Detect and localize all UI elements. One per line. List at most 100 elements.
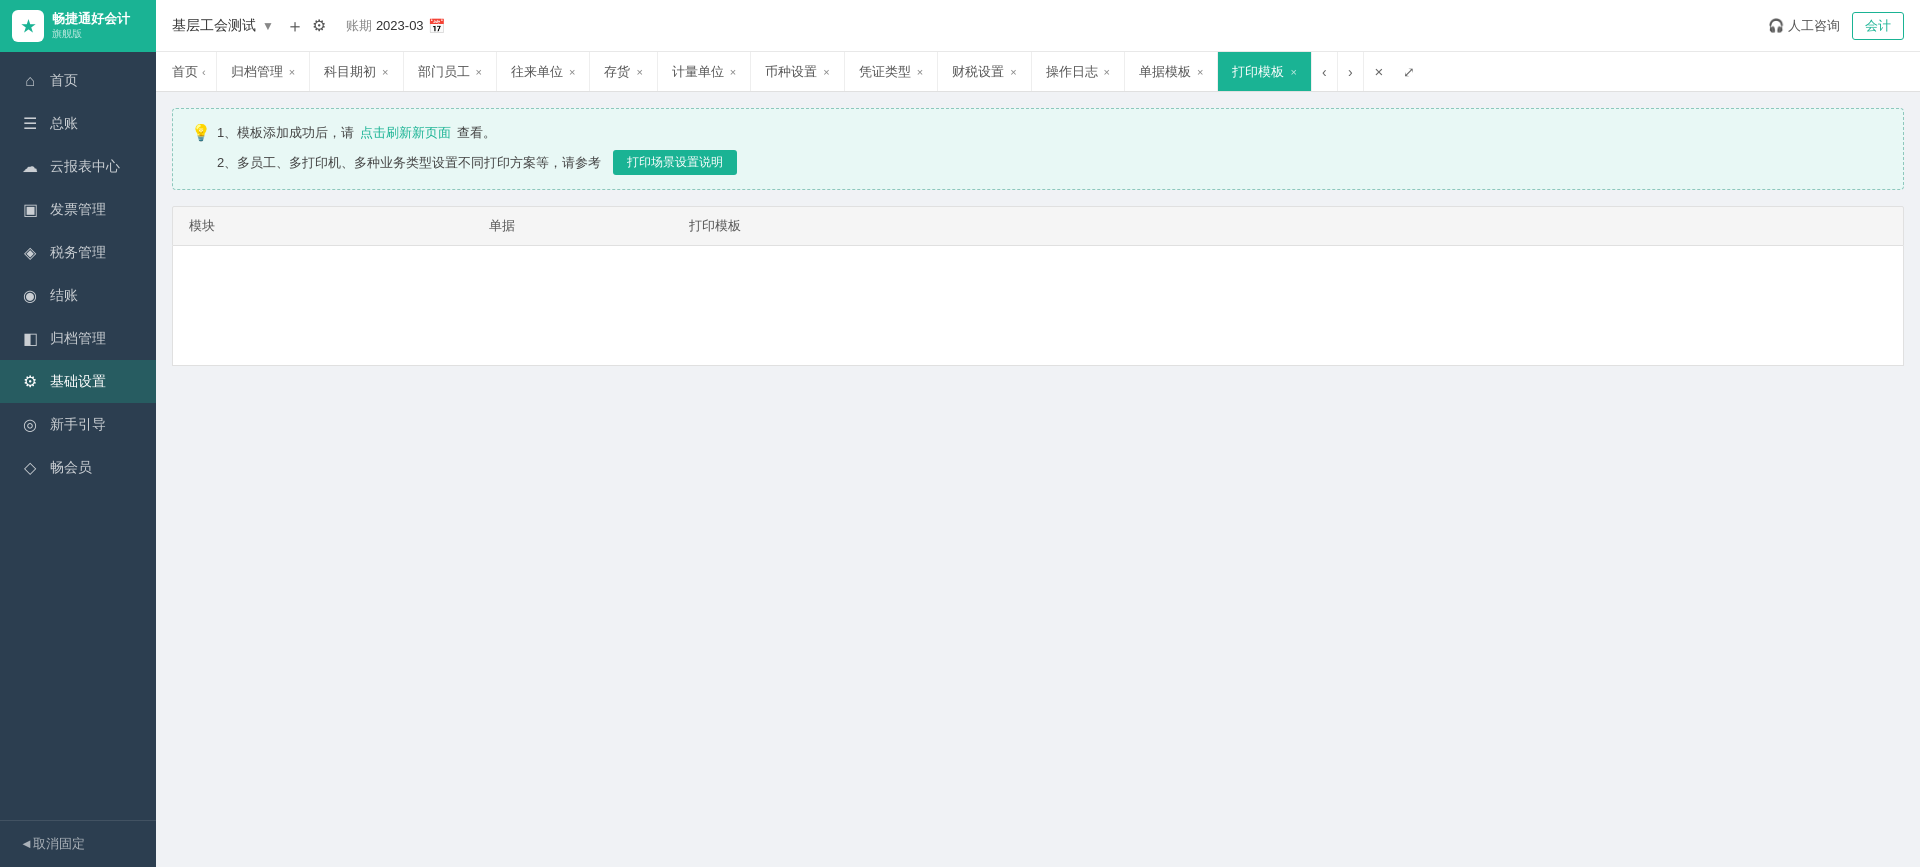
tab-receipt-template-label: 单据模板: [1139, 63, 1191, 81]
sidebar-item-archive-label: 归档管理: [50, 330, 106, 348]
tab-vendor-close[interactable]: ×: [569, 66, 575, 78]
tab-unit-close[interactable]: ×: [730, 66, 736, 78]
tab-expand-button[interactable]: ⤢: [1394, 52, 1424, 92]
topbar-right: 🎧 人工咨询 会计: [1768, 12, 1904, 40]
archive-icon: ◧: [20, 329, 40, 348]
tab-subject-init-close[interactable]: ×: [382, 66, 388, 78]
tab-print-template-close[interactable]: ×: [1290, 66, 1296, 78]
tab-currency[interactable]: 币种设置 ×: [751, 52, 844, 92]
sidebar-item-invoice-label: 发票管理: [50, 201, 106, 219]
period-calendar-icon[interactable]: 📅: [428, 18, 445, 34]
logo-text-group: 畅捷通好会计 旗舰版: [52, 11, 130, 42]
sidebar-item-home[interactable]: ⌂ 首页: [0, 60, 156, 102]
tab-next-button[interactable]: ›: [1338, 52, 1364, 92]
add-tab-button[interactable]: ＋: [286, 14, 304, 38]
company-selector[interactable]: 基层工会测试 ▼: [172, 17, 274, 35]
info-row-1: 💡 1、模板添加成功后，请 点击刷新新页面 查看。: [191, 123, 1885, 142]
tab-unit[interactable]: 计量单位 ×: [658, 52, 751, 92]
info-text-1-before: 1、模板添加成功后，请: [217, 124, 354, 142]
reports-icon: ☁: [20, 157, 40, 176]
tab-unit-label: 计量单位: [672, 63, 724, 81]
tab-tax-settings[interactable]: 财税设置 ×: [938, 52, 1031, 92]
tab-subject-init-label: 科目期初: [324, 63, 376, 81]
tab-dept-staff-label: 部门员工: [418, 63, 470, 81]
accountant-button[interactable]: 会计: [1852, 12, 1904, 40]
table-col-module: 模块: [173, 217, 473, 235]
tab-tax-settings-close[interactable]: ×: [1010, 66, 1016, 78]
tab-dept-staff[interactable]: 部门员工 ×: [404, 52, 497, 92]
logo-subtitle: 旗舰版: [52, 27, 130, 41]
tab-tax-settings-label: 财税设置: [952, 63, 1004, 81]
close-account-icon: ◉: [20, 286, 40, 305]
tab-voucher-type-label: 凭证类型: [859, 63, 911, 81]
sidebar-logo: ★ 畅捷通好会计 旗舰版: [0, 0, 156, 52]
tab-currency-close[interactable]: ×: [823, 66, 829, 78]
sidebar-item-settings[interactable]: ⚙ 基础设置: [0, 360, 156, 403]
tab-voucher-type[interactable]: 凭证类型 ×: [845, 52, 938, 92]
sidebar-item-close[interactable]: ◉ 结账: [0, 274, 156, 317]
tab-voucher-type-close[interactable]: ×: [917, 66, 923, 78]
home-icon: ⌂: [20, 72, 40, 90]
ledger-icon: ☰: [20, 114, 40, 133]
sidebar-item-reports[interactable]: ☁ 云报表中心: [0, 145, 156, 188]
service-label: 人工咨询: [1788, 17, 1840, 35]
tab-operation-log-close[interactable]: ×: [1104, 66, 1110, 78]
sidebar-item-ledger-label: 总账: [50, 115, 78, 133]
guide-icon: ◎: [20, 415, 40, 434]
tab-receipt-template-close[interactable]: ×: [1197, 66, 1203, 78]
sidebar-item-member[interactable]: ◇ 畅会员: [0, 446, 156, 489]
company-dropdown-icon: ▼: [262, 19, 274, 33]
tab-home[interactable]: 首页 ‹: [156, 52, 217, 92]
tab-operation-log[interactable]: 操作日志 ×: [1032, 52, 1125, 92]
tax-icon: ◈: [20, 243, 40, 262]
table-header: 模块 单据 打印模板: [172, 206, 1904, 246]
sidebar-item-invoice[interactable]: ▣ 发票管理: [0, 188, 156, 231]
sidebar-unpin-button[interactable]: ◄取消固定: [0, 820, 156, 867]
company-name: 基层工会测试: [172, 17, 256, 35]
settings-button[interactable]: ⚙: [312, 16, 326, 35]
period-label: 账期: [346, 17, 372, 35]
tab-dept-staff-close[interactable]: ×: [476, 66, 482, 78]
sidebar-item-archive[interactable]: ◧ 归档管理: [0, 317, 156, 360]
service-button[interactable]: 🎧 人工咨询: [1768, 17, 1840, 35]
sidebar-item-tax[interactable]: ◈ 税务管理: [0, 231, 156, 274]
sidebar-item-settings-label: 基础设置: [50, 373, 106, 391]
settings-icon: ⚙: [20, 372, 40, 391]
sidebar-item-guide-label: 新手引导: [50, 416, 106, 434]
content-wrapper: 隐藏预置模板设置 💡 1、模板添加成功后，请 点击刷新新页面 查看。 2、多员工…: [172, 108, 1904, 366]
topbar-actions: ＋ ⚙: [286, 14, 326, 38]
tab-archive-mgmt-label: 归档管理: [231, 63, 283, 81]
tab-inventory[interactable]: 存货 ×: [590, 52, 657, 92]
tab-close-all-button[interactable]: ×: [1364, 52, 1394, 92]
headset-icon: 🎧: [1768, 18, 1784, 33]
tab-archive-mgmt-close[interactable]: ×: [289, 66, 295, 78]
period-value: 2023-03: [376, 18, 424, 33]
tab-print-template-label: 打印模板: [1232, 63, 1284, 81]
tab-print-template[interactable]: 打印模板 ×: [1218, 52, 1311, 92]
table-col-receipt: 单据: [473, 217, 673, 235]
sidebar-item-tax-label: 税务管理: [50, 244, 106, 262]
tab-home-label: 首页: [172, 63, 198, 81]
sidebar-item-member-label: 畅会员: [50, 459, 92, 477]
info-text-1-after: 查看。: [457, 124, 496, 142]
tab-inventory-close[interactable]: ×: [636, 66, 642, 78]
period-display: 账期 2023-03 📅: [346, 17, 445, 35]
tab-vendor-label: 往来单位: [511, 63, 563, 81]
tab-vendor[interactable]: 往来单位 ×: [497, 52, 590, 92]
sidebar-item-ledger[interactable]: ☰ 总账: [0, 102, 156, 145]
sidebar-footer-label: ◄取消固定: [20, 835, 85, 853]
print-template-table: 模块 单据 打印模板: [172, 206, 1904, 366]
info-refresh-link[interactable]: 点击刷新新页面: [360, 124, 451, 142]
tab-subject-init[interactable]: 科目期初 ×: [310, 52, 403, 92]
tab-receipt-template[interactable]: 单据模板 ×: [1125, 52, 1218, 92]
sidebar-item-guide[interactable]: ◎ 新手引导: [0, 403, 156, 446]
topbar: 基层工会测试 ▼ ＋ ⚙ 账期 2023-03 📅 🎧 人工咨询 会计: [156, 0, 1920, 52]
print-scene-explain-button[interactable]: 打印场景设置说明: [613, 150, 737, 175]
tab-prev-button[interactable]: ‹: [1312, 52, 1338, 92]
tab-archive-mgmt[interactable]: 归档管理 ×: [217, 52, 310, 92]
info-box-content: 💡 1、模板添加成功后，请 点击刷新新页面 查看。 2、多员工、多打印机、多种业…: [191, 123, 1885, 175]
sidebar-item-home-label: 首页: [50, 72, 78, 90]
sidebar-nav: ⌂ 首页 ☰ 总账 ☁ 云报表中心 ▣ 发票管理 ◈ 税务管理 ◉ 结账 ◧ 归…: [0, 52, 156, 820]
main-area: 基层工会测试 ▼ ＋ ⚙ 账期 2023-03 📅 🎧 人工咨询 会计 首页 ‹…: [156, 0, 1920, 867]
bulb-icon: 💡: [191, 123, 211, 142]
